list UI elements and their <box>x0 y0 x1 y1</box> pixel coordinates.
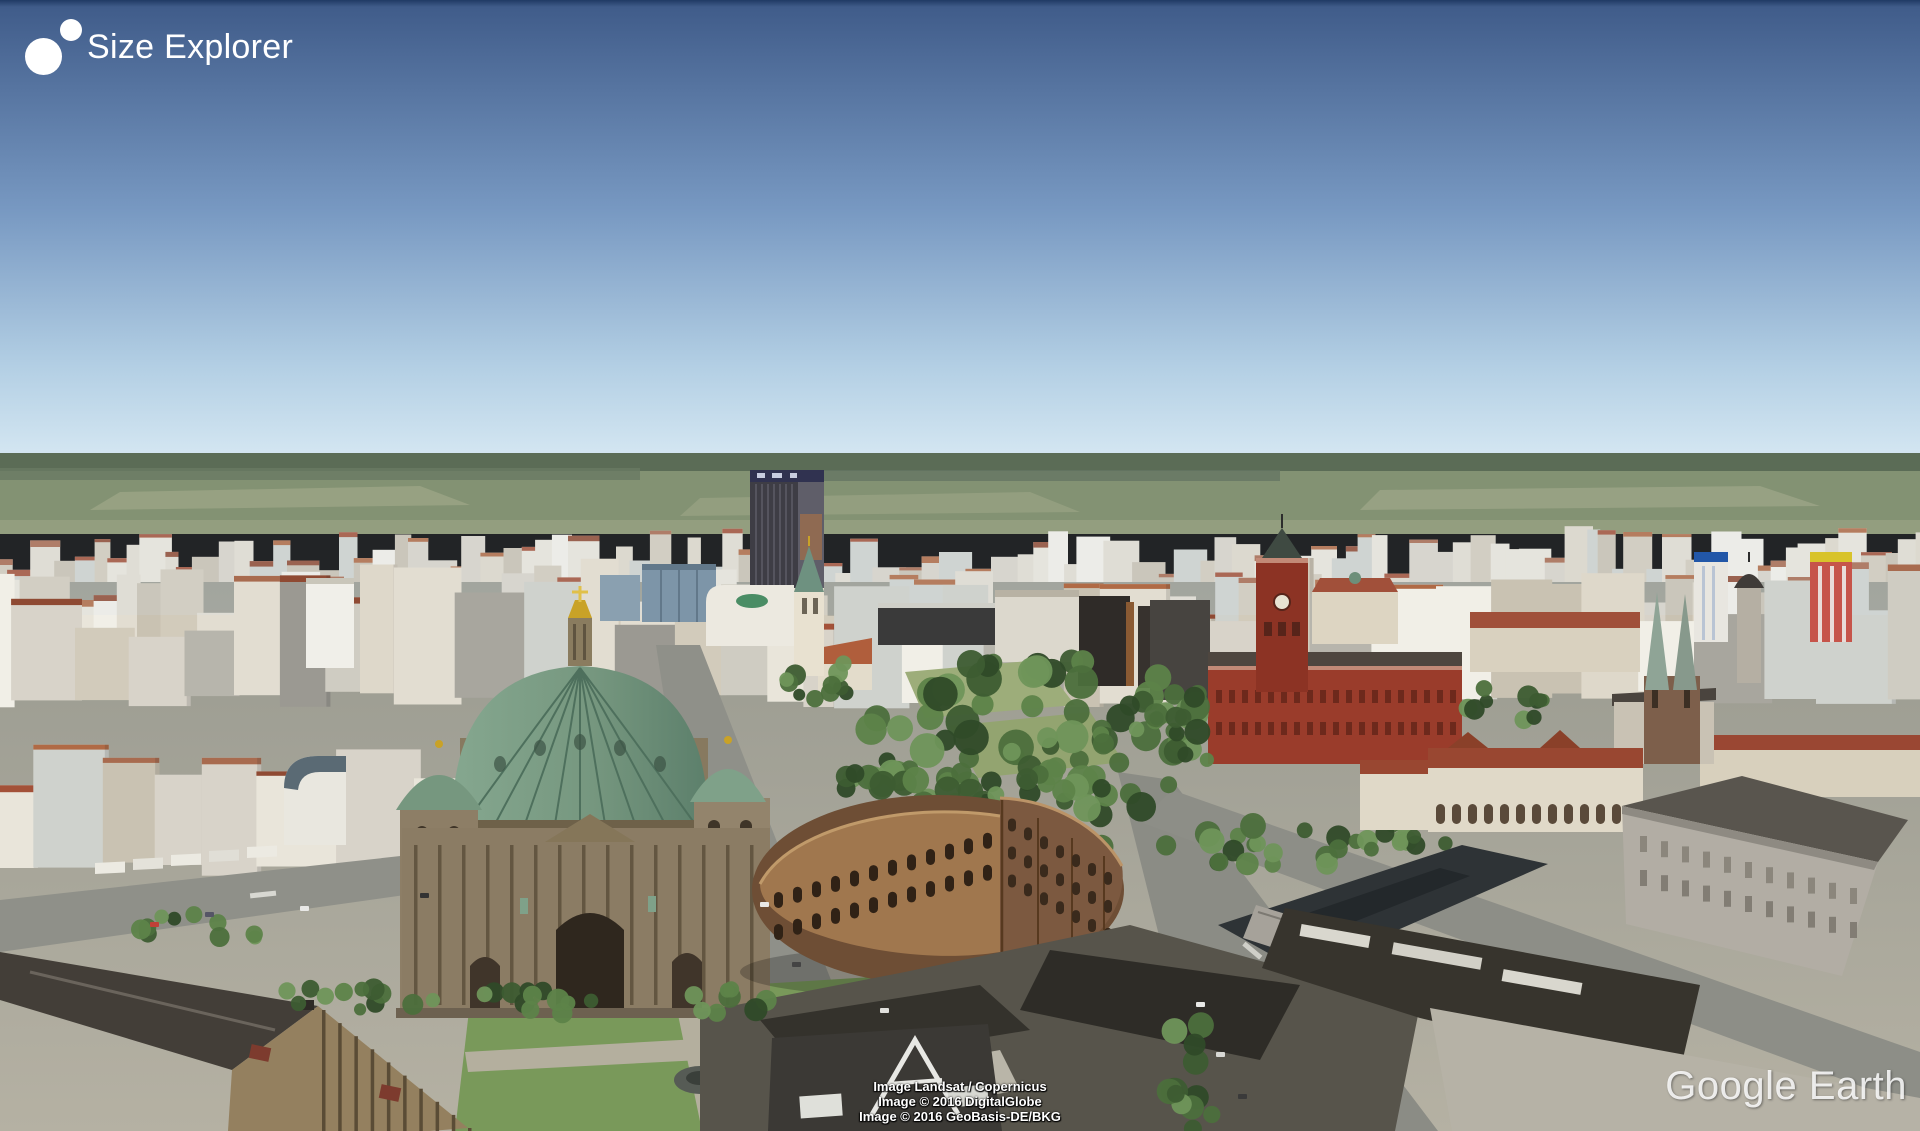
imagery-attribution: Image Landsat / Copernicus Image © 2016 … <box>859 1079 1061 1124</box>
attribution-line: Image © 2016 DigitalGlobe <box>859 1094 1061 1109</box>
galeria-building <box>706 585 794 646</box>
left-white-tower <box>306 578 354 668</box>
app-logo[interactable]: Size Explorer <box>25 18 293 76</box>
earth-viewport[interactable]: Size Explorer Image Landsat / Copernicus… <box>0 0 1920 1131</box>
blue-top-tower <box>1694 552 1728 642</box>
curved-white-building <box>284 756 346 845</box>
red-yellow-tower <box>1810 552 1852 642</box>
app-title: Size Explorer <box>87 28 293 67</box>
attribution-line: Image © 2016 GeoBasis-DE/BKG <box>859 1109 1061 1124</box>
logo-big-circle <box>25 38 62 75</box>
sbahn-station-building <box>878 603 996 645</box>
google-earth-watermark: Google Earth <box>1665 1064 1907 1109</box>
attribution-line: Image Landsat / Copernicus <box>859 1079 1061 1094</box>
scene-3d-render <box>0 0 1920 1131</box>
logo-small-circle <box>60 19 82 41</box>
palace-behind-rathaus <box>1312 572 1398 644</box>
size-explorer-circles-icon <box>25 18 85 76</box>
